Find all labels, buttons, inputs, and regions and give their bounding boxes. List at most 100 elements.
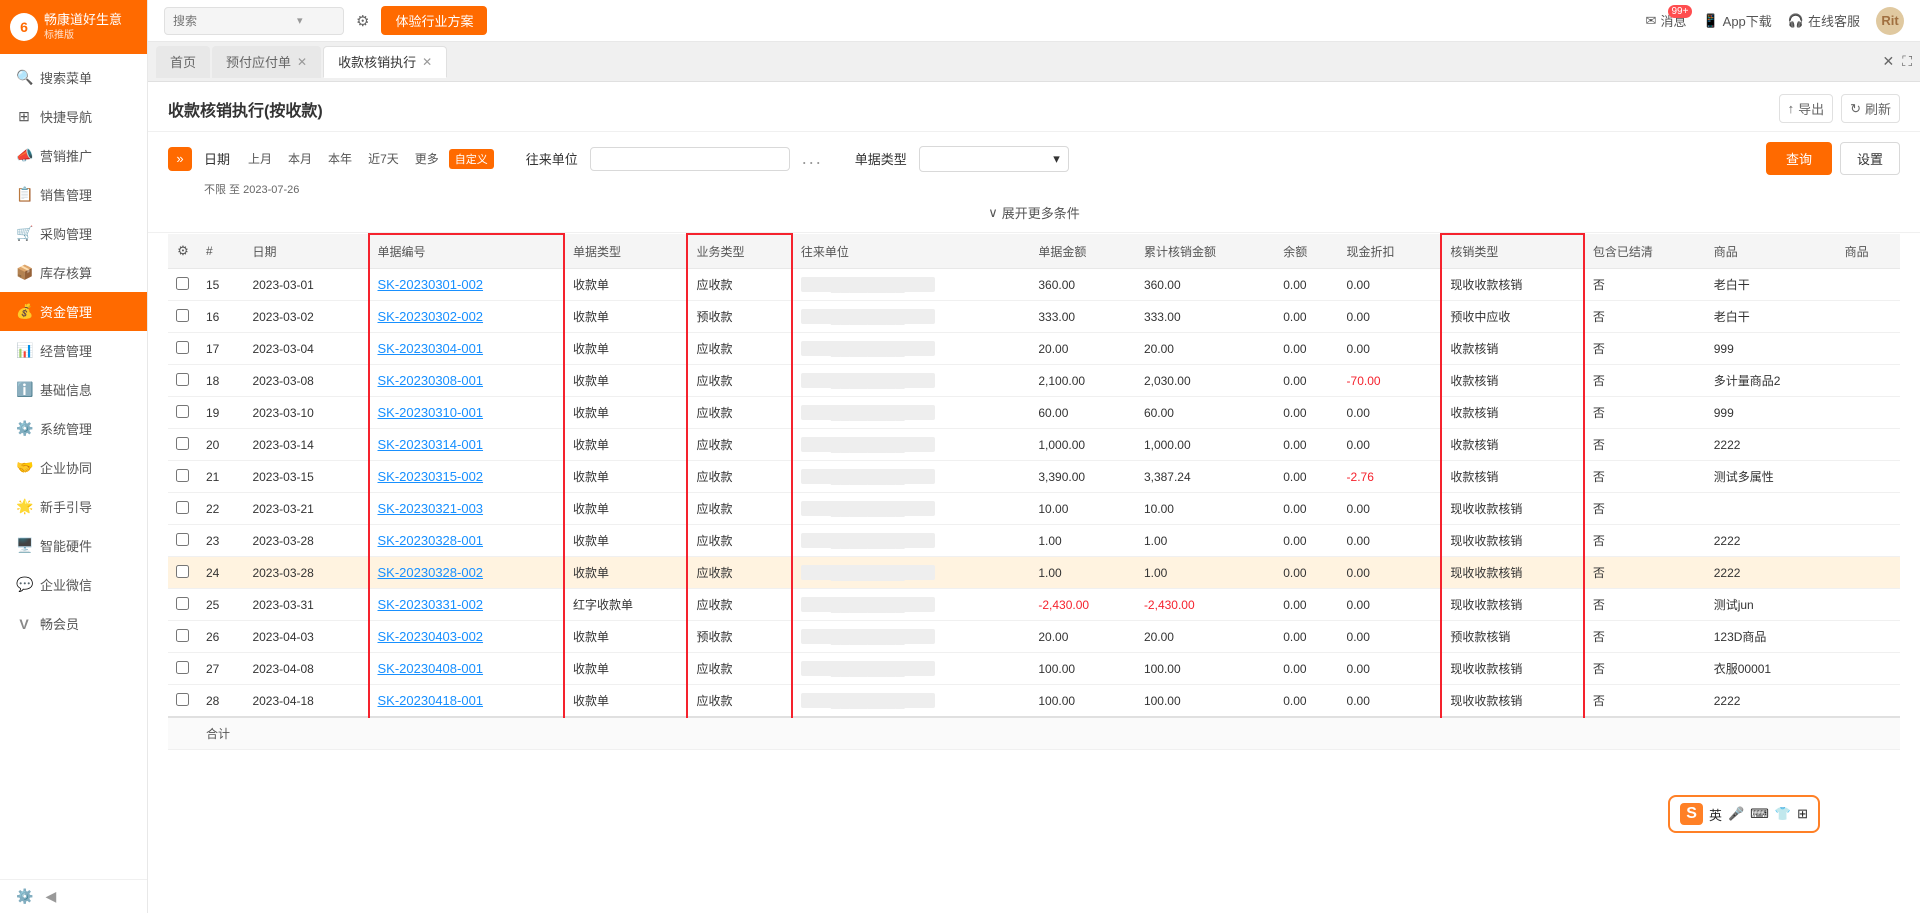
doc-no-link[interactable]: SK-20230304-001 <box>378 341 484 356</box>
td-check[interactable] <box>168 589 198 621</box>
sidebar-item-sales[interactable]: 📋 销售管理 <box>0 175 147 214</box>
sidebar-item-basic[interactable]: ℹ️ 基础信息 <box>0 370 147 409</box>
doc-no-link[interactable]: SK-20230302-002 <box>378 309 484 324</box>
tab-receipt-cancel[interactable]: 收款核销执行 ✕ <box>323 46 447 78</box>
topbar-messages[interactable]: ✉ 消息 99+ <box>1646 11 1687 30</box>
sidebar-item-marketing[interactable]: 📣 营销推广 <box>0 136 147 175</box>
doc-no-link[interactable]: SK-20230418-001 <box>378 693 484 708</box>
td-check[interactable] <box>168 429 198 461</box>
date-btn-this-month[interactable]: 本月 <box>282 148 318 169</box>
doc-no-link[interactable]: SK-20230403-002 <box>378 629 484 644</box>
td-cash-discount: 0.00 <box>1339 621 1442 653</box>
td-check[interactable] <box>168 461 198 493</box>
row-checkbox[interactable] <box>176 565 189 578</box>
sidebar-collapse-icon[interactable]: ◀ <box>45 888 56 905</box>
tab-home[interactable]: 首页 <box>156 46 210 78</box>
doc-no-link[interactable]: SK-20230331-002 <box>378 597 484 612</box>
column-settings-icon[interactable]: ⚙ <box>177 243 189 258</box>
td-check[interactable] <box>168 269 198 301</box>
row-checkbox[interactable] <box>176 277 189 290</box>
date-btn-this-year[interactable]: 本年 <box>322 148 358 169</box>
sidebar-settings-icon[interactable]: ⚙️ <box>16 888 33 905</box>
td-amount: 1.00 <box>1030 525 1136 557</box>
doc-no-link[interactable]: SK-20230301-002 <box>378 277 484 292</box>
row-checkbox[interactable] <box>176 341 189 354</box>
filter-dots[interactable]: ... <box>802 148 823 169</box>
doc-no-link[interactable]: SK-20230308-001 <box>378 373 484 388</box>
sidebar-item-system[interactable]: ⚙️ 系统管理 <box>0 409 147 448</box>
topbar-app-download[interactable]: 📱 App下载 <box>1702 11 1771 30</box>
user-avatar[interactable]: Rit <box>1876 7 1904 35</box>
sidebar-item-quicknav[interactable]: ⊞ 快捷导航 <box>0 97 147 136</box>
td-cash-discount: -70.00 <box>1339 365 1442 397</box>
date-btn-last-month[interactable]: 上月 <box>242 148 278 169</box>
row-checkbox[interactable] <box>176 533 189 546</box>
row-checkbox[interactable] <box>176 501 189 514</box>
sidebar-item-operations[interactable]: 📊 经营管理 <box>0 331 147 370</box>
th-settings[interactable]: ⚙ <box>168 234 198 269</box>
date-btn-7days[interactable]: 近7天 <box>362 148 405 169</box>
row-checkbox[interactable] <box>176 309 189 322</box>
industry-btn[interactable]: 体验行业方案 <box>381 6 487 35</box>
tab-prepay-close[interactable]: ✕ <box>297 55 307 69</box>
tab-receipt-cancel-close[interactable]: ✕ <box>422 55 432 69</box>
sidebar-item-guide[interactable]: 🌟 新手引导 <box>0 487 147 526</box>
tab-prepay[interactable]: 预付应付单 ✕ <box>212 46 321 78</box>
td-check[interactable] <box>168 653 198 685</box>
doc-no-link[interactable]: SK-20230310-001 <box>378 405 484 420</box>
td-check[interactable] <box>168 301 198 333</box>
export-btn[interactable]: ↑ 导出 <box>1779 94 1834 123</box>
sidebar-item-finance[interactable]: 💰 资金管理 <box>0 292 147 331</box>
td-check[interactable] <box>168 397 198 429</box>
topbar-search-input[interactable] <box>173 14 293 28</box>
td-check[interactable] <box>168 621 198 653</box>
row-checkbox[interactable] <box>176 405 189 418</box>
td-date: 2023-03-04 <box>244 333 368 365</box>
td-index: 27 <box>198 653 244 685</box>
date-btn-more[interactable]: 更多 <box>409 148 445 169</box>
row-checkbox[interactable] <box>176 629 189 642</box>
doc-no-link[interactable]: SK-20230321-003 <box>378 501 484 516</box>
sidebar-item-hardware[interactable]: 🖥️ 智能硬件 <box>0 526 147 565</box>
tab-close-all-icon[interactable]: ✕ <box>1882 53 1894 70</box>
sidebar-item-wechat[interactable]: 💬 企业微信 <box>0 565 147 604</box>
sidebar-item-purchase[interactable]: 🛒 采购管理 <box>0 214 147 253</box>
td-check[interactable] <box>168 493 198 525</box>
th-date: 日期 <box>244 234 368 269</box>
topbar-gear-icon[interactable]: ⚙ <box>356 12 369 30</box>
sidebar-item-inventory[interactable]: 📦 库存核算 <box>0 253 147 292</box>
td-check[interactable] <box>168 685 198 718</box>
doc-no-link[interactable]: SK-20230328-001 <box>378 533 484 548</box>
sidebar-item-enterprise[interactable]: 🤝 企业协同 <box>0 448 147 487</box>
sidebar-item-member[interactable]: V 畅会员 <box>0 604 147 643</box>
date-custom-btn[interactable]: 自定义 <box>449 149 494 169</box>
setting-btn[interactable]: 设置 <box>1840 142 1900 175</box>
row-checkbox[interactable] <box>176 693 189 706</box>
td-check[interactable] <box>168 333 198 365</box>
search-chevron-icon[interactable]: ▾ <box>297 14 303 27</box>
doc-no-link[interactable]: SK-20230315-002 <box>378 469 484 484</box>
counterpart-input[interactable] <box>590 147 790 171</box>
td-date: 2023-03-10 <box>244 397 368 429</box>
row-checkbox[interactable] <box>176 437 189 450</box>
row-checkbox[interactable] <box>176 469 189 482</box>
query-btn[interactable]: 查询 <box>1766 142 1832 175</box>
doc-type-select[interactable]: ▾ <box>919 146 1069 172</box>
refresh-btn[interactable]: ↻ 刷新 <box>1841 94 1900 123</box>
topbar-online-service[interactable]: 🎧 在线客服 <box>1788 11 1860 30</box>
sidebar-item-search[interactable]: 🔍 搜索菜单 <box>0 58 147 97</box>
expand-more-btn[interactable]: ∨ 展开更多条件 <box>988 203 1080 222</box>
td-check[interactable] <box>168 365 198 397</box>
td-check[interactable] <box>168 557 198 589</box>
td-check[interactable] <box>168 525 198 557</box>
doc-no-link[interactable]: SK-20230408-001 <box>378 661 484 676</box>
page-title: 收款核销执行(按收款) <box>168 97 323 121</box>
tab-fullscreen-icon[interactable]: ⛶ <box>1902 53 1912 70</box>
row-checkbox[interactable] <box>176 661 189 674</box>
row-checkbox[interactable] <box>176 597 189 610</box>
filter-expand-btn[interactable]: » <box>168 147 192 171</box>
doc-no-link[interactable]: SK-20230314-001 <box>378 437 484 452</box>
main-area: ▾ ⚙ 体验行业方案 ✉ 消息 99+ 📱 App下载 🎧 在线客服 Rit <box>148 0 1920 913</box>
row-checkbox[interactable] <box>176 373 189 386</box>
doc-no-link[interactable]: SK-20230328-002 <box>378 565 484 580</box>
